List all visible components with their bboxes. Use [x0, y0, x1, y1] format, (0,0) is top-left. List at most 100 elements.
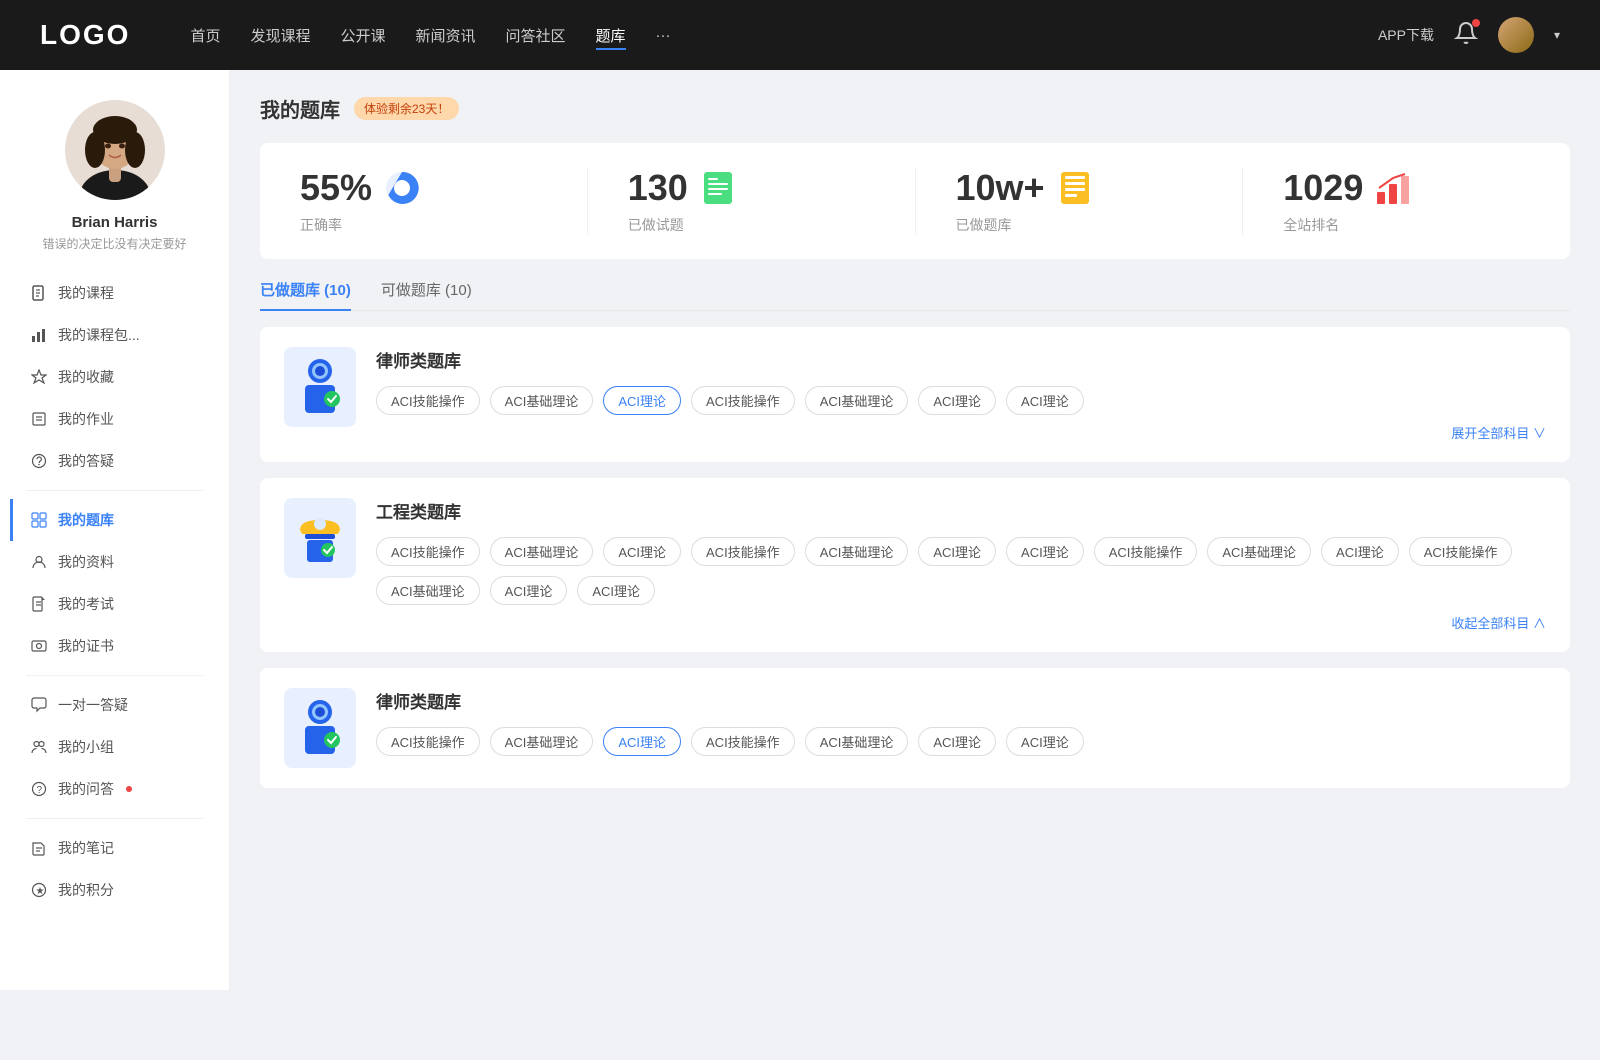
sidebar-item-my-exam[interactable]: 我的考试	[10, 583, 219, 625]
qbank-tag[interactable]: ACI理论	[603, 727, 681, 756]
question-icon	[30, 452, 48, 470]
nav-link-qa[interactable]: 问答社区	[506, 21, 566, 50]
done-questions-icon	[700, 170, 736, 206]
sidebar-item-one-on-one[interactable]: 一对一答疑	[10, 684, 219, 726]
sidebar-item-my-course-package[interactable]: 我的课程包...	[10, 314, 219, 356]
nav-link-qbank[interactable]: 题库	[596, 21, 626, 50]
grid-icon	[30, 511, 48, 529]
done-banks-icon	[1057, 170, 1093, 206]
nav-link-more[interactable]: ···	[656, 23, 671, 48]
qbank-tag[interactable]: ACI理论	[603, 386, 681, 415]
svg-text:?: ?	[37, 785, 43, 796]
qbank-tag[interactable]: ACI基础理论	[490, 727, 594, 756]
page-wrapper: Brian Harris 错误的决定比没有决定要好 我的课程我的课程包...我的…	[0, 70, 1600, 990]
nav-link-news[interactable]: 新闻资讯	[416, 21, 476, 50]
qbank-tag[interactable]: ACI技能操作	[376, 386, 480, 415]
qbank-tag[interactable]: ACI理论	[918, 386, 996, 415]
nav-logo[interactable]: LOGO	[40, 19, 130, 51]
tab-done[interactable]: 已做题库 (10)	[260, 279, 351, 310]
avatar-chevron-icon[interactable]: ▾	[1554, 28, 1560, 42]
qbank-tag[interactable]: ACI技能操作	[1409, 537, 1513, 566]
user-icon	[30, 553, 48, 571]
stat-rank: 1029 全站排名	[1243, 167, 1570, 235]
qbank-tag[interactable]: ACI技能操作	[376, 537, 480, 566]
qbank-tag[interactable]: ACI技能操作	[691, 386, 795, 415]
sidebar-item-my-qbank[interactable]: 我的题库	[10, 499, 219, 541]
chat-icon	[30, 696, 48, 714]
user-avatar-large	[65, 100, 165, 200]
sidebar-item-my-qa[interactable]: 我的答疑	[10, 440, 219, 482]
qbank-card-qbank-3: 律师类题库ACI技能操作ACI基础理论ACI理论ACI技能操作ACI基础理论AC…	[260, 668, 1570, 788]
sidebar-menu: 我的课程我的课程包... 我的收藏我的作业我的答疑我的题库我的资料我的考试我的证书…	[0, 272, 229, 911]
sidebar-item-my-homework[interactable]: 我的作业	[10, 398, 219, 440]
qbank-collapse-1[interactable]: 收起全部科目 ∧	[376, 613, 1546, 632]
nav-link-openclass[interactable]: 公开课	[340, 21, 385, 50]
qbank-tag[interactable]: ACI基础理论	[490, 537, 594, 566]
sidebar-item-my-points[interactable]: ★我的积分	[10, 869, 219, 911]
qbank-expand-0[interactable]: 展开全部科目 ∨	[376, 423, 1546, 442]
group-icon	[30, 738, 48, 756]
page-header: 我的题库 体验剩余23天！	[260, 94, 1570, 123]
qbank-title-1: 工程类题库	[376, 498, 1546, 523]
qbank-tag[interactable]: ACI技能操作	[376, 727, 480, 756]
nav-link-discover[interactable]: 发现课程	[250, 21, 310, 50]
qbank-title-2: 律师类题库	[376, 688, 1546, 713]
stat-rank-value: 1029	[1283, 167, 1363, 209]
sidebar-item-label: 我的作业	[58, 409, 114, 429]
qbank-tag[interactable]: ACI理论	[1321, 537, 1399, 566]
stat-rank-label: 全站排名	[1283, 215, 1339, 235]
sidebar-item-my-notes[interactable]: 我的笔记	[10, 827, 219, 869]
stat-done-questions-label: 已做试题	[628, 215, 684, 235]
points-icon: ★	[30, 881, 48, 899]
qbank-tag[interactable]: ACI理论	[918, 537, 996, 566]
sidebar-item-my-group[interactable]: 我的小组	[10, 726, 219, 768]
tab-todo[interactable]: 可做题库 (10)	[381, 279, 472, 310]
qbank-icon-qbank-1	[284, 347, 356, 427]
qbank-tag[interactable]: ACI理论	[603, 537, 681, 566]
qbank-tags-0: ACI技能操作 ACI基础理论 ACI理论 ACI技能操作 ACI基础理论 ACI理论 AC…	[376, 386, 1546, 415]
user-avatar[interactable]	[1498, 17, 1534, 53]
notification-bell[interactable]	[1454, 21, 1478, 50]
qbank-tag[interactable]: ACI基础理论	[490, 386, 594, 415]
qbank-tag[interactable]: ACI技能操作	[691, 537, 795, 566]
sidebar-item-my-cert[interactable]: 我的证书	[10, 625, 219, 667]
stat-accuracy: 55% 正确率	[260, 167, 588, 235]
stat-done-banks-label: 已做题库	[956, 215, 1012, 235]
sidebar-item-label: 一对一答疑	[58, 695, 128, 715]
notification-dot	[126, 786, 132, 792]
qbank-tag[interactable]: ACI技能操作	[691, 727, 795, 756]
nav-links: 首页 发现课程 公开课 新闻资讯 问答社区 题库 ···	[190, 21, 1378, 50]
sidebar-user-name: Brian Harris	[72, 214, 158, 231]
cert-icon	[30, 637, 48, 655]
app-download-button[interactable]: APP下载	[1378, 25, 1434, 45]
sidebar-item-my-questions[interactable]: ?我的问答	[10, 768, 219, 810]
stat-done-questions-value: 130	[628, 167, 688, 209]
qbank-tag[interactable]: ACI技能操作	[1094, 537, 1198, 566]
stat-done-banks-value: 10w+	[956, 167, 1045, 209]
sidebar-divider	[26, 818, 203, 819]
qbank-icon-qbank-3	[284, 688, 356, 768]
qbank-tag[interactable]: ACI基础理论	[376, 576, 480, 605]
qbank-tag[interactable]: ACI理论	[918, 727, 996, 756]
qbank-tag[interactable]: ACI理论	[490, 576, 568, 605]
notification-dot	[1472, 19, 1480, 27]
sidebar-item-label: 我的笔记	[58, 838, 114, 858]
qbank-tag[interactable]: ACI理论	[1006, 537, 1084, 566]
qbank-tag[interactable]: ACI基础理论	[805, 386, 909, 415]
sidebar-item-my-collection[interactable]: 我的收藏	[10, 356, 219, 398]
qbank-tag[interactable]: ACI理论	[1006, 727, 1084, 756]
qbank-tag[interactable]: ACI基础理论	[805, 727, 909, 756]
qbank-tag[interactable]: ACI基础理论	[1207, 537, 1311, 566]
file-icon	[30, 284, 48, 302]
qbank-tags-2: ACI技能操作 ACI基础理论 ACI理论 ACI技能操作 ACI基础理论 ACI理论 AC…	[376, 727, 1546, 756]
sidebar-item-label: 我的答疑	[58, 451, 114, 471]
sidebar-item-label: 我的考试	[58, 594, 114, 614]
qbank-tag[interactable]: ACI理论	[577, 576, 655, 605]
nav-link-home[interactable]: 首页	[190, 21, 220, 50]
stat-accuracy-value: 55%	[300, 167, 372, 209]
qbank-tag[interactable]: ACI理论	[1006, 386, 1084, 415]
sidebar-item-my-course[interactable]: 我的课程	[10, 272, 219, 314]
qbank-tag[interactable]: ACI基础理论	[805, 537, 909, 566]
sidebar-item-label: 我的课程包...	[58, 325, 140, 345]
sidebar-item-my-profile[interactable]: 我的资料	[10, 541, 219, 583]
